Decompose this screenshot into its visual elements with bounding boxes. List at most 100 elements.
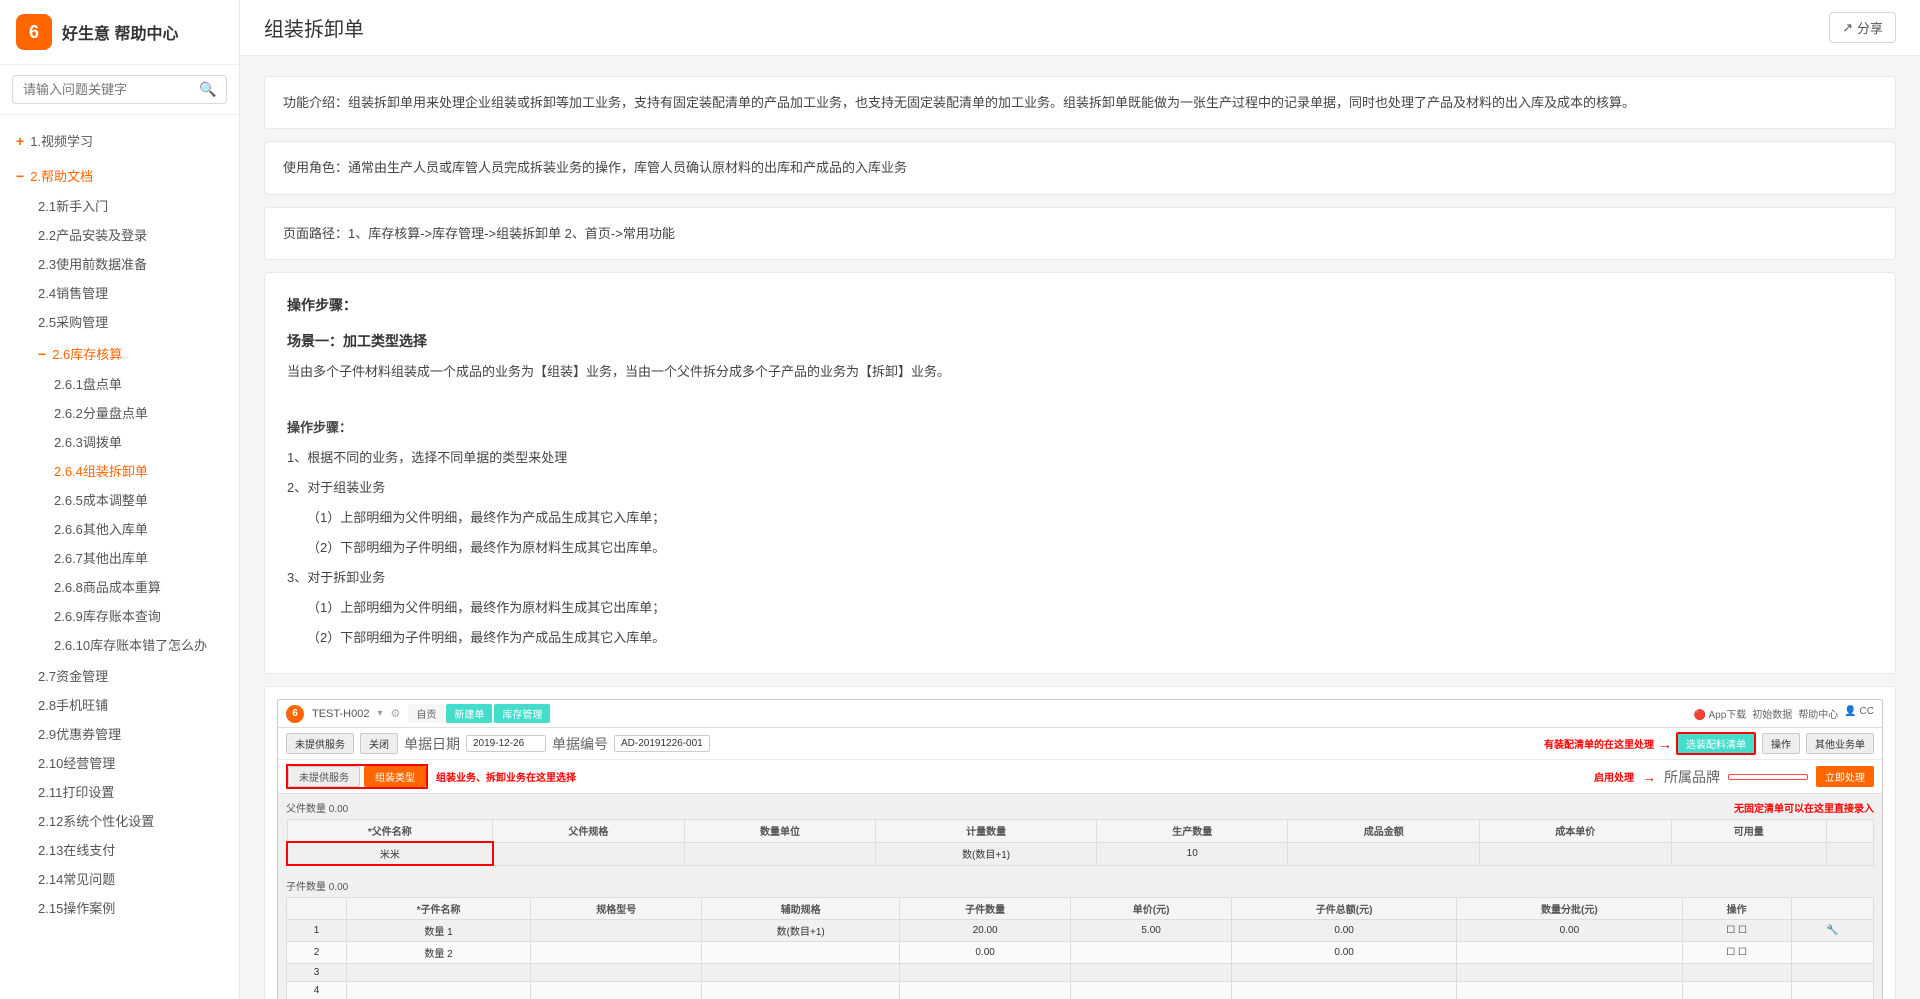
ss-type-box: 未提供服务 组装类型 xyxy=(286,764,428,789)
ss-type-1[interactable]: 未提供服务 xyxy=(288,766,360,787)
ss-number-label: 单据编号 xyxy=(552,734,608,754)
collapse-icon-2-6: − xyxy=(38,346,46,362)
ss-btn-new[interactable]: 未提供服务 xyxy=(286,733,354,754)
ss-lower-row-1: 1 数量 1 数(数目+1) 20.00 5.00 0.00 0.00 ☐ ☐ … xyxy=(287,920,1874,942)
sidebar-item-2-3[interactable]: 2.3使用前数据准备 xyxy=(0,249,239,278)
content-area: 功能介绍：组装拆卸单用来处理企业组装或拆卸等加工业务，支持有固定装配清单的产品加… xyxy=(240,56,1920,999)
search-input[interactable] xyxy=(23,82,199,97)
ss-type-selector: 未提供服务 组装类型 xyxy=(286,764,428,789)
ss-brand-label: 所属品牌 xyxy=(1664,767,1720,787)
ss-btn-process[interactable]: 立即处理 xyxy=(1816,766,1874,787)
nav-tree: + 1.视频学习 − 2.帮助文档 2.1新手入门 2.2产品安装及登录 2.3… xyxy=(0,115,239,999)
ss-th-cost: 成本单价 xyxy=(1480,820,1672,843)
sidebar: 6 好生意 帮助中心 🔍 + 1.视频学习 − 2.帮助文档 2.1新手入门 2… xyxy=(0,0,240,999)
ss-lth-aux: 辅助规格 xyxy=(702,898,899,920)
ss-nav-icons: 🔴 App下载 初始数据 帮助中心 👤 CC xyxy=(1694,706,1874,721)
ss-lth-op: 操作 xyxy=(1682,898,1791,920)
sidebar-item-2-6-1[interactable]: 2.6.1盘点单 xyxy=(0,369,239,398)
sidebar-item-2-6-8[interactable]: 2.6.8商品成本重算 xyxy=(0,572,239,601)
sidebar-item-2-6-4[interactable]: 2.6.4组装拆卸单 xyxy=(0,456,239,485)
expand-icon-1: + xyxy=(16,133,24,149)
share-button[interactable]: ↗ 分享 xyxy=(1829,12,1896,43)
ss-lower-row-2: 2 数量 2 0.00 0.00 ☐ ☐ xyxy=(287,942,1874,964)
ss-type-2[interactable]: 组装类型 xyxy=(364,766,426,787)
ss-lr2-name: 数量 2 xyxy=(347,942,531,964)
ss-upper-cell-name: 米米 xyxy=(287,842,493,865)
arrow-icon: → xyxy=(1658,736,1672,752)
annotation-type: 组装业务、拆卸业务在这里选择 xyxy=(436,769,576,784)
ss-th-op1 xyxy=(1826,820,1873,843)
ss-btn-audit[interactable]: 其他业务单 xyxy=(1806,733,1874,754)
ss-lr2-batch xyxy=(1457,942,1682,964)
sidebar-item-2-6-2[interactable]: 2.6.2分量盘点单 xyxy=(0,398,239,427)
sidebar-item-2-6-9[interactable]: 2.6.9库存账本查询 xyxy=(0,601,239,630)
nav-group-1: + 1.视频学习 xyxy=(0,123,239,158)
ops-title: 操作步骤： xyxy=(287,291,1873,319)
ss-upper-cell-avail xyxy=(1671,842,1826,865)
ss-date-label: 单据日期 xyxy=(404,734,460,754)
sidebar-item-2-6-6[interactable]: 2.6.6其他入库单 xyxy=(0,514,239,543)
ss-upper-cell-unit xyxy=(684,842,876,865)
ss-lth-no xyxy=(287,898,347,920)
sidebar-item-2-2[interactable]: 2.2产品安装及登录 xyxy=(0,220,239,249)
sidebar-item-2-11[interactable]: 2.11打印设置 xyxy=(0,777,239,806)
ss-lr1-price: 5.00 xyxy=(1071,920,1232,942)
ss-lr1-name: 数量 1 xyxy=(347,920,531,942)
ss-brand-field[interactable] xyxy=(1728,774,1808,780)
ss-upper-table: *父件名称 父件规格 数量单位 计量数量 生产数量 成品金额 成本单价 可用量 xyxy=(286,819,1874,866)
sidebar-item-2-6-10[interactable]: 2.6.10库存账本错了怎么办 xyxy=(0,630,239,659)
sidebar-item-2-13[interactable]: 2.13在线支付 xyxy=(0,835,239,864)
sidebar-item-2-8[interactable]: 2.8手机旺铺 xyxy=(0,690,239,719)
nav-group-2: − 2.帮助文档 2.1新手入门 2.2产品安装及登录 2.3使用前数据准备 2… xyxy=(0,158,239,924)
sidebar-item-2-12[interactable]: 2.12系统个性化设置 xyxy=(0,806,239,835)
ss-btn-close[interactable]: 关闭 xyxy=(360,733,398,754)
ss-nav-init: 初始数据 xyxy=(1752,706,1792,721)
sidebar-item-2-1[interactable]: 2.1新手入门 xyxy=(0,191,239,220)
ss-lower-table: *子件名称 规格型号 辅助规格 子件数量 单价(元) 子件总额(元) 数量分批(… xyxy=(286,897,1874,999)
ss-lr1-batch: 0.00 xyxy=(1457,920,1682,942)
sidebar-item-2-10[interactable]: 2.10经营管理 xyxy=(0,748,239,777)
sidebar-item-2-6-7[interactable]: 2.6.7其他出库单 xyxy=(0,543,239,572)
search-box[interactable]: 🔍 xyxy=(12,75,227,104)
logo-text: 好生意 帮助中心 xyxy=(62,20,178,44)
sidebar-item-1[interactable]: + 1.视频学习 xyxy=(0,125,239,156)
ops-sub-title: 操作步骤： xyxy=(287,415,1873,441)
ss-th-amount: 成品金额 xyxy=(1288,820,1480,843)
sidebar-item-2-7[interactable]: 2.7资金管理 xyxy=(0,661,239,690)
page-title: 组装拆卸单 xyxy=(264,13,364,42)
sidebar-item-2-9[interactable]: 2.9优惠券管理 xyxy=(0,719,239,748)
ss-lr2-total: 0.00 xyxy=(1231,942,1456,964)
sidebar-item-2[interactable]: − 2.帮助文档 xyxy=(0,160,239,191)
ss-lth-batch: 数量分批(元) xyxy=(1457,898,1682,920)
ss-settings-icon: ⚙ xyxy=(391,707,401,720)
ss-lth-price: 单价(元) xyxy=(1071,898,1232,920)
sidebar-item-2-15[interactable]: 2.15操作案例 xyxy=(0,893,239,922)
sidebar-item-2-6[interactable]: − 2.6库存核算 xyxy=(0,338,239,369)
arrow-enable-icon: → xyxy=(1642,769,1656,785)
ss-tab-orange[interactable]: 库存管理 xyxy=(494,704,550,723)
ss-lr1-op: ☐ ☐ xyxy=(1682,920,1791,942)
share-icon: ↗ xyxy=(1842,20,1853,36)
sidebar-item-label-2: 2.帮助文档 xyxy=(30,166,93,185)
ss-tab-active[interactable]: 新建单 xyxy=(446,704,492,723)
sidebar-item-2-6-3[interactable]: 2.6.3调拨单 xyxy=(0,427,239,456)
path-text: 页面路径：1、库存核算->库存管理->组装拆卸单 2、首页->常用功能 xyxy=(283,226,675,241)
sidebar-item-2-14[interactable]: 2.14常见问题 xyxy=(0,864,239,893)
search-icon[interactable]: 🔍 xyxy=(199,81,216,98)
ss-lr2-more xyxy=(1791,942,1873,964)
scene-desc: 当由多个子件材料组装成一个成品的业务为【组装】业务，当由一个父件拆分成多个子产品… xyxy=(287,359,1873,385)
ss-lr1-spec xyxy=(531,920,702,942)
ss-lr1-qty: 20.00 xyxy=(899,920,1070,942)
sidebar-item-2-4[interactable]: 2.4销售管理 xyxy=(0,278,239,307)
ss-btn-more[interactable]: 操作 xyxy=(1762,733,1800,754)
ss-btn-bom[interactable]: 选装配料清单 xyxy=(1676,732,1756,755)
step2-2: （2）下部明细为子件明细，最终作为原材料生成其它出库单。 xyxy=(287,535,1873,561)
sidebar-item-2-6-5[interactable]: 2.6.5成本调整单 xyxy=(0,485,239,514)
step3-1: （1）上部明细为父件明细，最终作为原材料生成其它出库单； xyxy=(287,595,1873,621)
sidebar-item-2-5[interactable]: 2.5采购管理 xyxy=(0,307,239,336)
ss-upper-section: 父件数量 0.00 无固定清单可以在这里直接录入 *父件名称 父件规格 数量单位… xyxy=(278,794,1882,872)
ss-lth-spec: 规格型号 xyxy=(531,898,702,920)
ss-tab-home[interactable]: 自贡 xyxy=(408,704,444,723)
screenshot-sim: 6 TEST-H002 ▾ ⚙ 自贡 新建单 库存管理 🔴 App下载 初始数据… xyxy=(277,699,1883,999)
ss-lr2-qty: 0.00 xyxy=(899,942,1070,964)
